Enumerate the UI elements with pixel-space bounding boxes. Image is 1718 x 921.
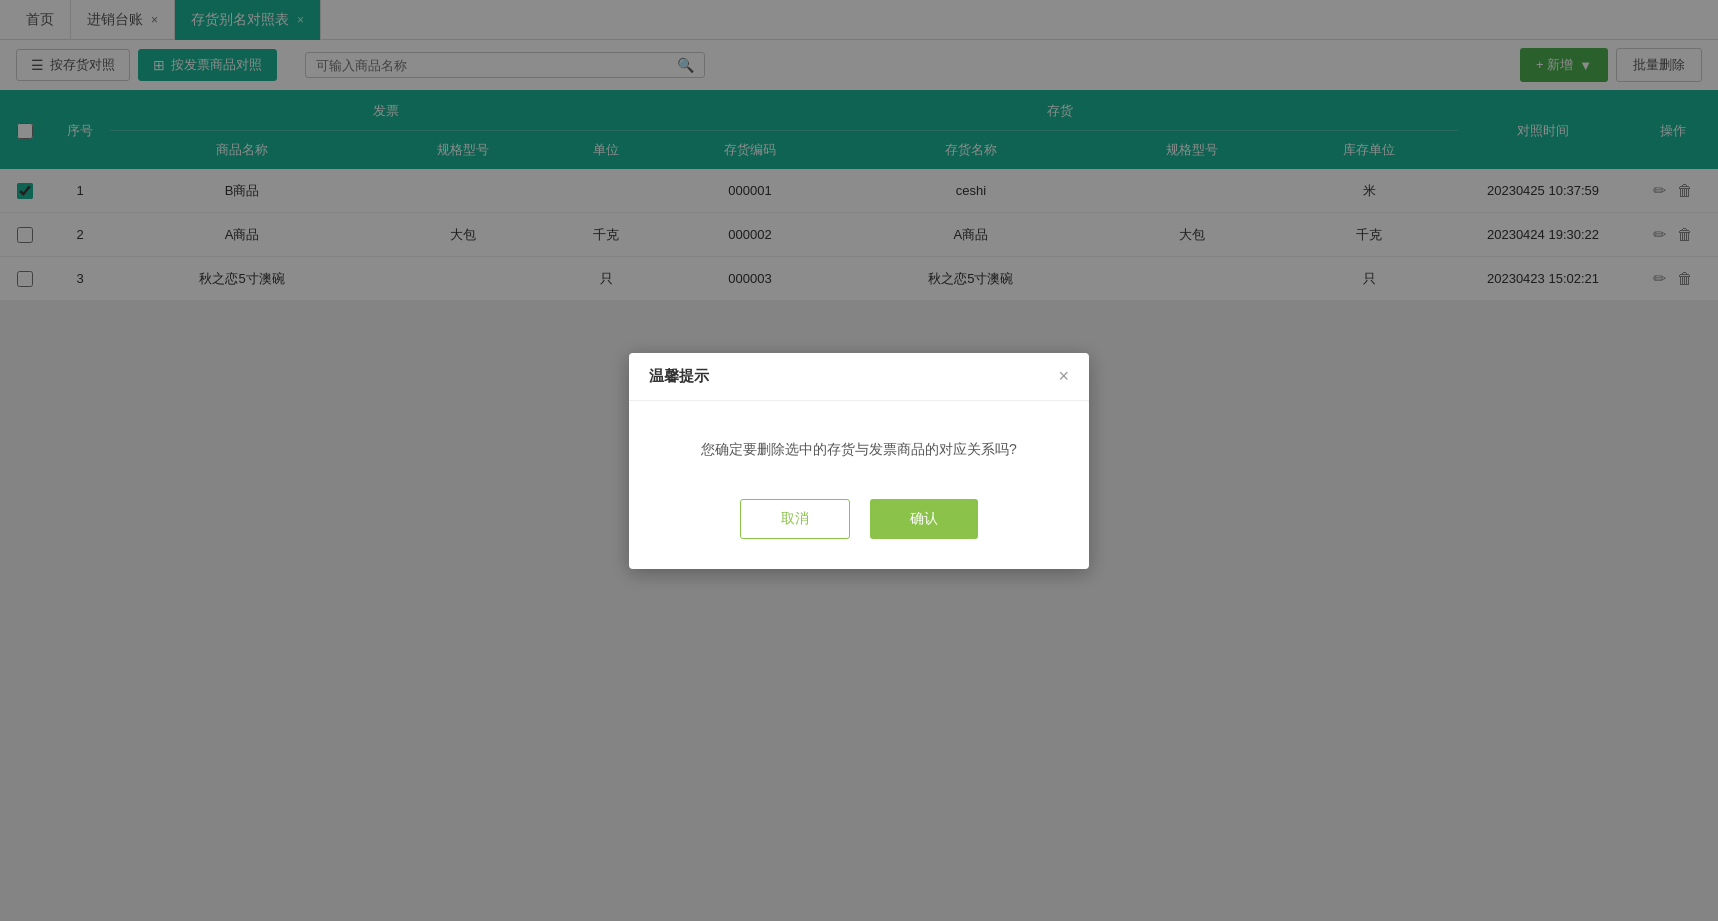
modal-overlay: 温馨提示 × 您确定要删除选中的存货与发票商品的对应关系吗? 取消 确认 — [0, 0, 1718, 301]
